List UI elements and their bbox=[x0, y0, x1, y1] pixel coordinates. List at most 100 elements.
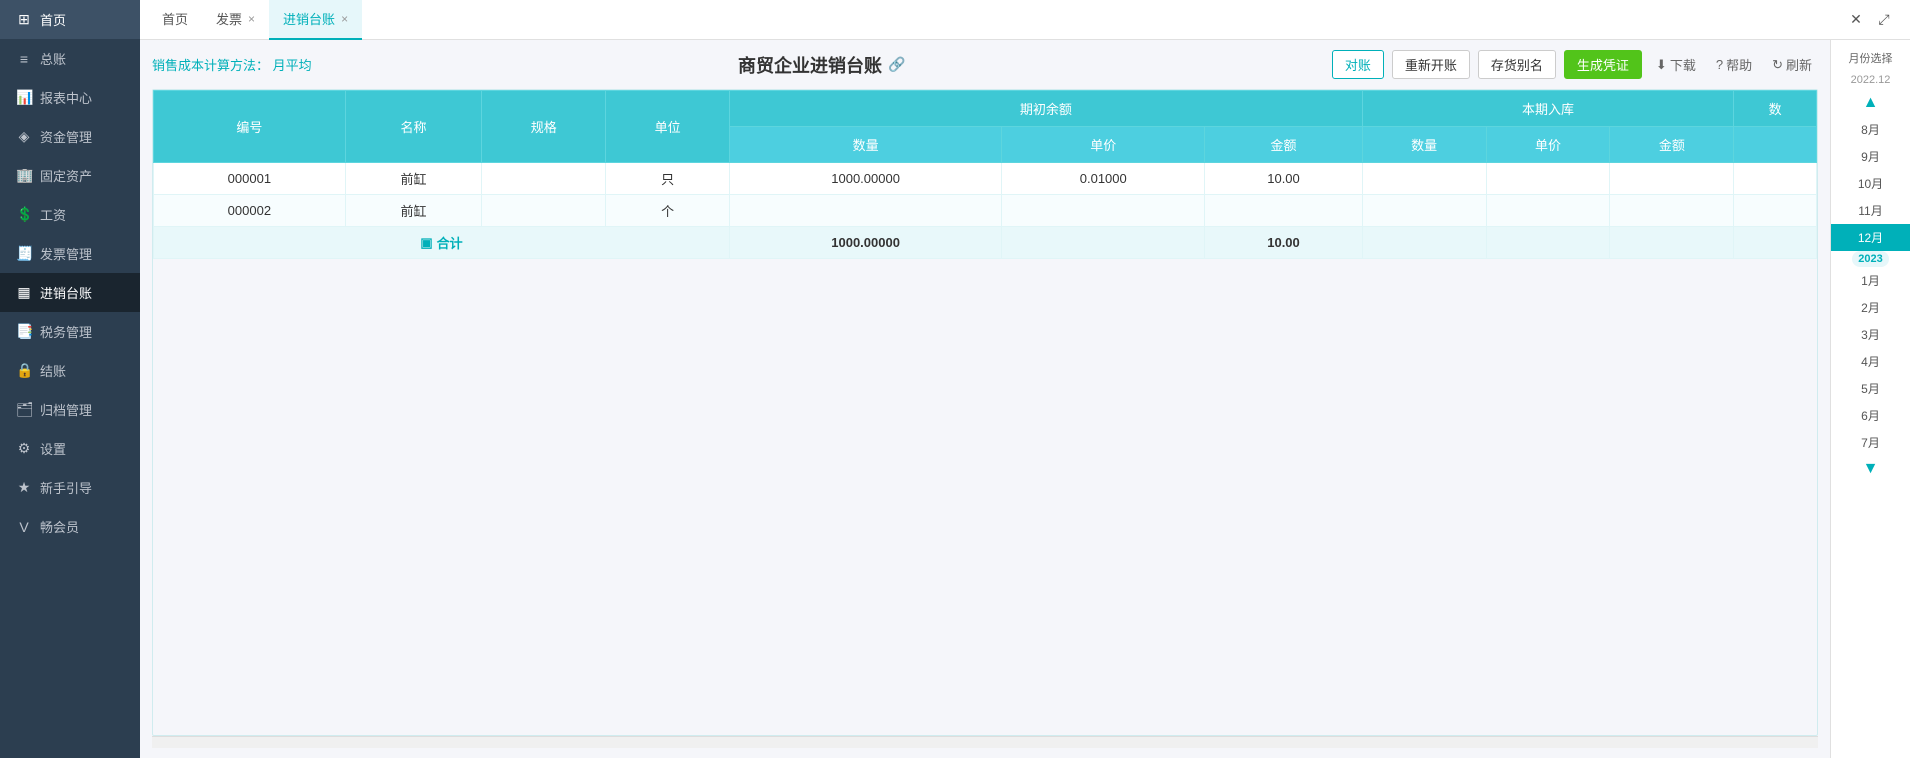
cell-inbound-amount bbox=[1610, 163, 1734, 195]
table-row[interactable]: 000001 前缸 只 1000.00000 0.01000 10.00 bbox=[154, 163, 1817, 195]
reconcile-button[interactable]: 对账 bbox=[1332, 50, 1384, 79]
refresh-button[interactable]: ↻ 刷新 bbox=[1766, 51, 1818, 78]
year-2023-label: 2023 bbox=[1852, 251, 1888, 267]
sidebar-item-label: 畅会员 bbox=[40, 517, 79, 536]
reopen-button[interactable]: 重新开账 bbox=[1392, 50, 1470, 79]
guide-icon: ★ bbox=[16, 479, 32, 496]
help-icon: ? bbox=[1716, 57, 1723, 72]
month-nav-down[interactable]: ▼ bbox=[1863, 456, 1879, 482]
sidebar-item-inventory[interactable]: ▦ 进销台账 bbox=[0, 273, 140, 312]
sidebar-item-payroll[interactable]: 💲 工资 bbox=[0, 195, 140, 234]
sidebar-item-member[interactable]: V 畅会员 bbox=[0, 507, 140, 546]
cell-code: 000002 bbox=[154, 195, 346, 227]
month-1[interactable]: 1月 bbox=[1831, 267, 1910, 294]
cell-inbound-price bbox=[1486, 163, 1610, 195]
sidebar-item-guide[interactable]: ★ 新手引导 bbox=[0, 468, 140, 507]
total-inbound-qty bbox=[1362, 227, 1486, 259]
home-icon: ⊞ bbox=[16, 11, 32, 28]
invoice-icon: 🧾 bbox=[16, 245, 32, 262]
col-header-inbound-amount: 金额 bbox=[1610, 127, 1734, 163]
settings-icon: ⚙ bbox=[16, 440, 32, 457]
month-12[interactable]: 12月 bbox=[1831, 224, 1910, 251]
sidebar-item-label: 设置 bbox=[40, 439, 66, 458]
title-info-icon[interactable]: 🔗 bbox=[888, 56, 905, 73]
month-5[interactable]: 5月 bbox=[1831, 375, 1910, 402]
sidebar-item-reports[interactable]: 📊 报表中心 bbox=[0, 78, 140, 117]
tab-bar: 首页 发票 × 进销台账 × ✕ ⤢ bbox=[140, 0, 1910, 40]
sidebar-item-label: 报表中心 bbox=[40, 88, 92, 107]
sidebar-item-tax[interactable]: 📑 税务管理 bbox=[0, 312, 140, 351]
tab-invoice[interactable]: 发票 × bbox=[202, 0, 269, 40]
sidebar-item-fixed-assets[interactable]: 🏢 固定资产 bbox=[0, 156, 140, 195]
save-alias-button[interactable]: 存货别名 bbox=[1478, 50, 1556, 79]
sidebar-item-label: 结账 bbox=[40, 361, 66, 380]
close-window-button[interactable]: ✕ bbox=[1846, 10, 1866, 30]
sidebar-item-ledger[interactable]: ≡ 总账 bbox=[0, 39, 140, 78]
cell-inbound-price bbox=[1486, 195, 1610, 227]
month-9[interactable]: 9月 bbox=[1831, 143, 1910, 170]
total-icon: ▣ bbox=[420, 235, 432, 251]
scroll-bar[interactable] bbox=[152, 736, 1818, 748]
cell-opening-amount bbox=[1205, 195, 1362, 227]
cell-spec bbox=[482, 195, 606, 227]
col-header-name: 名称 bbox=[345, 91, 482, 163]
main-area: 首页 发票 × 进销台账 × ✕ ⤢ 销售成本计算方法： 月平均 商贸 bbox=[140, 0, 1910, 758]
cell-extra bbox=[1734, 163, 1817, 195]
cell-inbound-qty bbox=[1362, 163, 1486, 195]
tab-home[interactable]: 首页 bbox=[148, 0, 202, 40]
month-4[interactable]: 4月 bbox=[1831, 348, 1910, 375]
sidebar-item-invoice-mgmt[interactable]: 🧾 发票管理 bbox=[0, 234, 140, 273]
sidebar-item-label: 归档管理 bbox=[40, 400, 92, 419]
ledger-icon: ≡ bbox=[16, 51, 32, 67]
inventory-icon: ▦ bbox=[16, 284, 32, 301]
sidebar-item-settings[interactable]: ⚙ 设置 bbox=[0, 429, 140, 468]
tab-inventory[interactable]: 进销台账 × bbox=[269, 0, 362, 40]
content-area: 销售成本计算方法： 月平均 商贸企业进销台账 🔗 对账 重新开账 存货别名 生成… bbox=[140, 40, 1910, 758]
cell-inbound-qty bbox=[1362, 195, 1486, 227]
inventory-table: 编号 名称 规格 单位 期初余额 本期入库 数 数量 单价 金额 数 bbox=[153, 90, 1817, 259]
month-panel-title: 月份选择 bbox=[1849, 46, 1893, 70]
table-row[interactable]: 000002 前缸 个 bbox=[154, 195, 1817, 227]
total-inbound-price bbox=[1486, 227, 1610, 259]
window-controls: ✕ ⤢ bbox=[1846, 10, 1902, 30]
total-inbound-amount bbox=[1610, 227, 1734, 259]
close-inventory-tab[interactable]: × bbox=[341, 12, 348, 26]
cell-spec bbox=[482, 163, 606, 195]
total-opening-qty: 1000.00000 bbox=[730, 227, 1002, 259]
month-nav-up[interactable]: ▲ bbox=[1863, 90, 1879, 116]
sidebar-item-archive[interactable]: 🗂 归档管理 bbox=[0, 390, 140, 429]
generate-voucher-button[interactable]: 生成凭证 bbox=[1564, 50, 1642, 79]
toolbar-buttons: 对账 重新开账 存货别名 生成凭证 ⬇ 下载 ? 帮助 ↻ 刷新 bbox=[1332, 50, 1818, 79]
col-header-inbound-qty2 bbox=[1734, 127, 1817, 163]
fixed-assets-icon: 🏢 bbox=[16, 167, 32, 184]
sidebar-item-home[interactable]: ⊞ 首页 bbox=[0, 0, 140, 39]
sidebar-item-label: 发票管理 bbox=[40, 244, 92, 263]
month-7[interactable]: 7月 bbox=[1831, 429, 1910, 456]
cell-unit: 只 bbox=[606, 163, 730, 195]
refresh-icon: ↻ bbox=[1772, 57, 1783, 73]
cell-inbound-amount bbox=[1610, 195, 1734, 227]
download-button[interactable]: ⬇ 下载 bbox=[1650, 51, 1702, 78]
maximize-window-button[interactable]: ⤢ bbox=[1874, 10, 1894, 30]
month-10[interactable]: 10月 bbox=[1831, 170, 1910, 197]
sidebar-item-label: 进销台账 bbox=[40, 283, 92, 302]
month-3[interactable]: 3月 bbox=[1831, 321, 1910, 348]
help-button[interactable]: ? 帮助 bbox=[1710, 51, 1758, 78]
col-header-inbound-qty: 数量 bbox=[1362, 127, 1486, 163]
cell-opening-price: 0.01000 bbox=[1002, 163, 1205, 195]
col-header-opening-amount: 金额 bbox=[1205, 127, 1362, 163]
col-header-opening-qty: 数量 bbox=[730, 127, 1002, 163]
close-invoice-tab[interactable]: × bbox=[248, 12, 255, 26]
download-icon: ⬇ bbox=[1656, 57, 1667, 73]
col-header-code: 编号 bbox=[154, 91, 346, 163]
cell-name: 前缸 bbox=[345, 195, 482, 227]
cell-code: 000001 bbox=[154, 163, 346, 195]
sidebar-item-finance[interactable]: ◈ 资金管理 bbox=[0, 117, 140, 156]
month-8[interactable]: 8月 bbox=[1831, 116, 1910, 143]
month-2[interactable]: 2月 bbox=[1831, 294, 1910, 321]
tax-icon: 📑 bbox=[16, 323, 32, 340]
sidebar-item-closing[interactable]: 🔒 结账 bbox=[0, 351, 140, 390]
month-6[interactable]: 6月 bbox=[1831, 402, 1910, 429]
month-11[interactable]: 11月 bbox=[1831, 197, 1910, 224]
sidebar-item-label: 总账 bbox=[40, 49, 66, 68]
